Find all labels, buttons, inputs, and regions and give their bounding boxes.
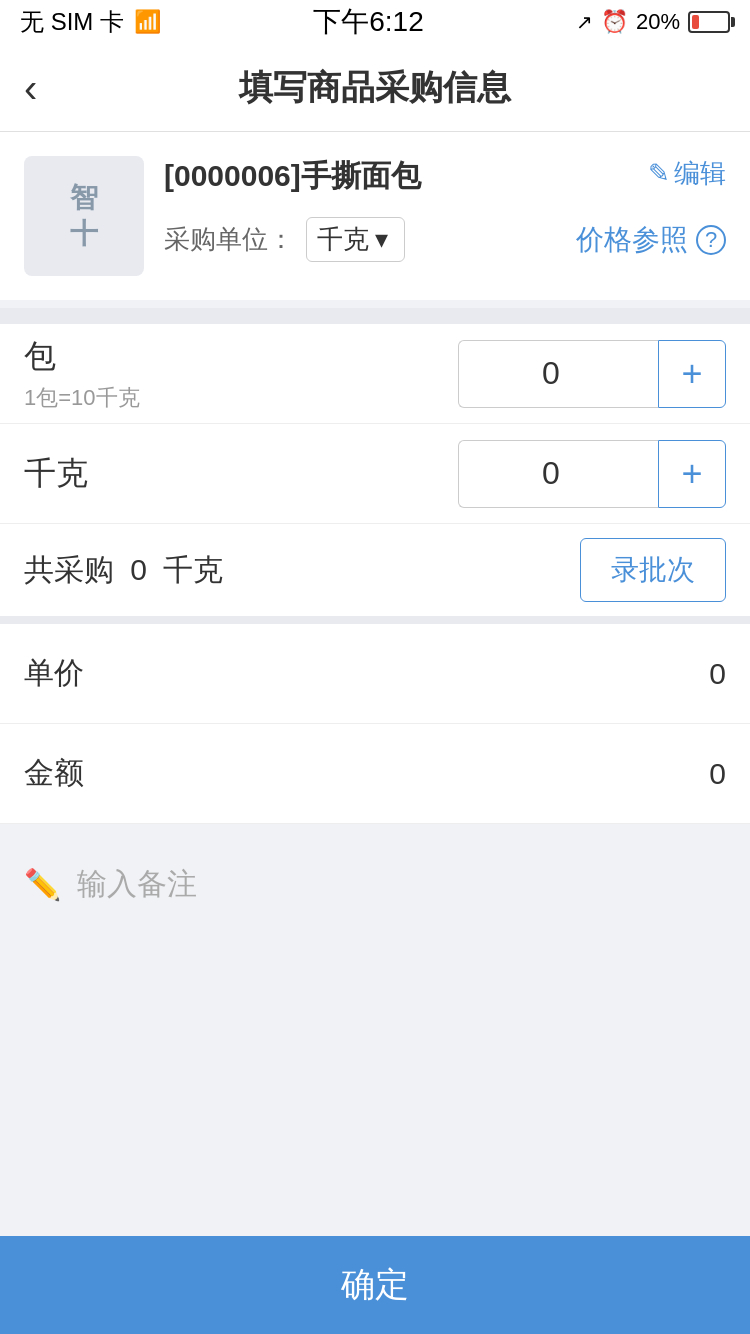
carrier-text: 无 SIM 卡 bbox=[20, 6, 124, 38]
product-card: 智 十 [0000006]手撕面包 ✎ 编辑 采购单位： 千克 ▾ 价格参照 bbox=[0, 132, 750, 308]
help-icon: ? bbox=[696, 225, 726, 255]
price-ref-button[interactable]: 价格参照 ? bbox=[576, 221, 726, 259]
total-text: 共采购 0 千克 bbox=[24, 550, 223, 591]
record-batch-button[interactable]: 录批次 bbox=[580, 538, 726, 602]
plus-button-kg[interactable]: + bbox=[658, 440, 726, 508]
product-logo: 智 十 bbox=[70, 180, 98, 253]
back-button[interactable]: ‹ bbox=[24, 68, 37, 108]
amount-row: 金额 0 bbox=[0, 724, 750, 824]
input-row-kg: 千克 + bbox=[0, 424, 750, 524]
status-bar-right: ↗ ⏰ 20% bbox=[576, 9, 730, 35]
qty-input-kg[interactable] bbox=[458, 440, 658, 508]
unit-name-bao: 包 bbox=[24, 335, 140, 379]
product-info: [0000006]手撕面包 ✎ 编辑 采购单位： 千克 ▾ 价格参照 ? bbox=[164, 156, 726, 262]
dropdown-arrow-icon: ▾ bbox=[375, 224, 388, 255]
remark-section[interactable]: ✏️ 输入备注 bbox=[0, 824, 750, 944]
content-area bbox=[0, 944, 750, 1224]
input-label-bao: 包 1包=10千克 bbox=[24, 335, 140, 413]
product-unit: 采购单位： 千克 ▾ 价格参照 ? bbox=[164, 217, 726, 262]
unit-value: 千克 bbox=[317, 222, 369, 257]
product-header: [0000006]手撕面包 ✎ 编辑 bbox=[164, 156, 726, 197]
battery-icon bbox=[688, 11, 730, 33]
input-section: 包 1包=10千克 + 千克 + bbox=[0, 324, 750, 524]
edit-icon: ✎ bbox=[648, 158, 670, 189]
status-bar-left: 无 SIM 卡 📶 bbox=[20, 6, 161, 38]
unit-hint-bao: 1包=10千克 bbox=[24, 383, 140, 413]
plus-button-bao[interactable]: + bbox=[658, 340, 726, 408]
price-label: 单价 bbox=[24, 653, 84, 694]
status-bar-time: 下午6:12 bbox=[313, 3, 424, 41]
qty-input-bao[interactable] bbox=[458, 340, 658, 408]
price-value: 0 bbox=[709, 657, 726, 691]
remark-placeholder: 输入备注 bbox=[77, 864, 197, 905]
amount-label: 金额 bbox=[24, 753, 84, 794]
confirm-button[interactable]: 确定 bbox=[0, 1236, 750, 1334]
price-section: 单价 0 金额 0 bbox=[0, 624, 750, 824]
unit-name-kg: 千克 bbox=[24, 452, 104, 496]
wifi-icon: 📶 bbox=[134, 9, 161, 35]
total-row: 共采购 0 千克 录批次 bbox=[0, 524, 750, 624]
status-bar: 无 SIM 卡 📶 下午6:12 ↗ ⏰ 20% bbox=[0, 0, 750, 44]
input-wrapper-kg: + bbox=[458, 440, 726, 508]
location-icon: ↗ bbox=[576, 10, 593, 34]
nav-bar: ‹ 填写商品采购信息 bbox=[0, 44, 750, 132]
input-label-kg: 千克 bbox=[24, 452, 104, 496]
unit-label: 采购单位： bbox=[164, 222, 294, 257]
battery-percent: 20% bbox=[636, 9, 680, 35]
input-row-bao: 包 1包=10千克 + bbox=[0, 324, 750, 424]
section-divider-1 bbox=[0, 308, 750, 324]
product-image: 智 十 bbox=[24, 156, 144, 276]
alarm-icon: ⏰ bbox=[601, 9, 628, 35]
product-name: [0000006]手撕面包 bbox=[164, 156, 648, 197]
price-row: 单价 0 bbox=[0, 624, 750, 724]
input-wrapper-bao: + bbox=[458, 340, 726, 408]
page-title: 填写商品采购信息 bbox=[239, 65, 511, 111]
unit-dropdown[interactable]: 千克 ▾ bbox=[306, 217, 405, 262]
pencil-icon: ✏️ bbox=[24, 867, 61, 902]
edit-button[interactable]: ✎ 编辑 bbox=[648, 156, 726, 191]
amount-value: 0 bbox=[709, 757, 726, 791]
